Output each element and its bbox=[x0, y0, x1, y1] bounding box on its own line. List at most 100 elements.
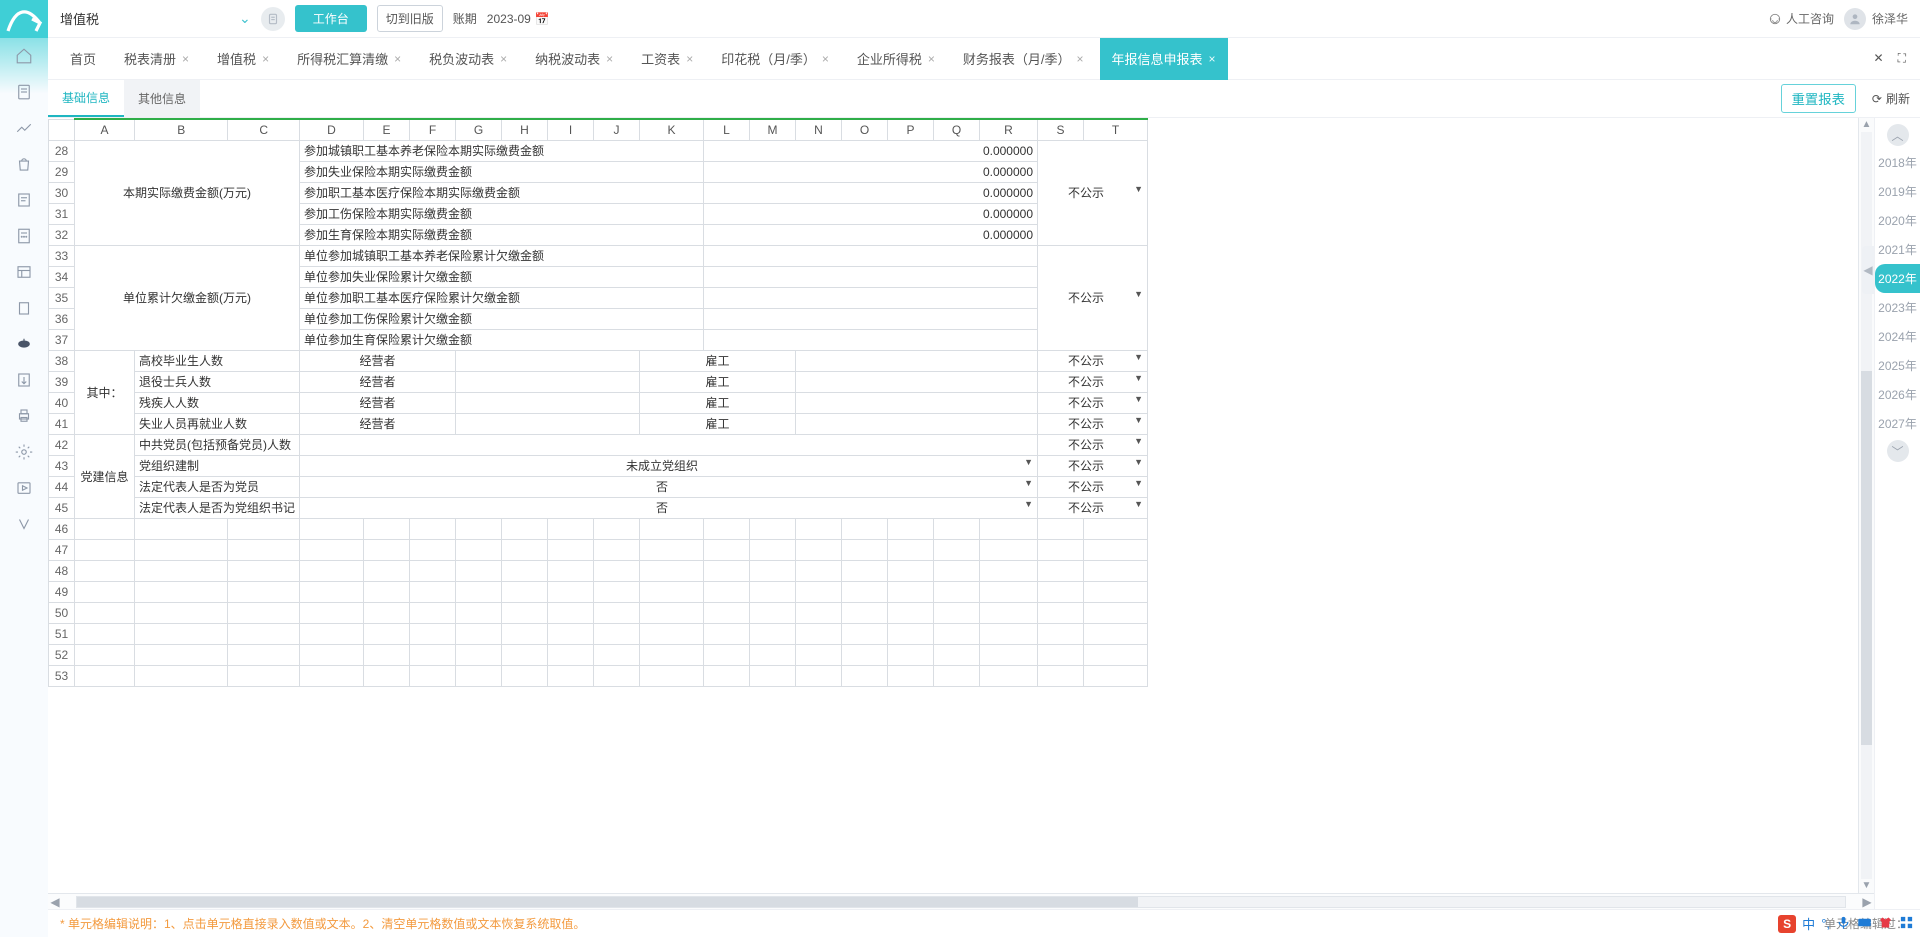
cell[interactable] bbox=[228, 539, 300, 560]
cell[interactable]: 参加职工基本医疗保险本期实际缴费金额 bbox=[300, 182, 704, 203]
cell[interactable]: 不公示 bbox=[1038, 497, 1148, 518]
cell[interactable] bbox=[888, 644, 934, 665]
tray-lang[interactable]: 中 bbox=[1802, 914, 1815, 933]
cell[interactable]: 高校毕业生人数 bbox=[135, 350, 300, 371]
cell[interactable]: 法定代表人是否为党员 bbox=[135, 476, 300, 497]
col-header-O[interactable]: O bbox=[842, 119, 888, 140]
rail-home-icon[interactable] bbox=[0, 38, 48, 74]
cell[interactable] bbox=[640, 539, 704, 560]
tab-9[interactable]: 财务报表（月/季）× bbox=[951, 38, 1096, 80]
cell[interactable] bbox=[934, 623, 980, 644]
cell[interactable] bbox=[796, 413, 1038, 434]
cell[interactable] bbox=[796, 371, 1038, 392]
tab-6[interactable]: 工资表× bbox=[629, 38, 705, 80]
cell[interactable] bbox=[410, 581, 456, 602]
cell[interactable] bbox=[300, 581, 364, 602]
rail-v-icon[interactable] bbox=[0, 506, 48, 542]
cell[interactable] bbox=[364, 623, 410, 644]
cell[interactable] bbox=[704, 287, 1038, 308]
cell[interactable] bbox=[456, 539, 502, 560]
subtab-other[interactable]: 其他信息 bbox=[124, 80, 200, 117]
cell[interactable]: 否 bbox=[300, 497, 1038, 518]
cell[interactable] bbox=[980, 581, 1038, 602]
cell[interactable] bbox=[364, 539, 410, 560]
cell[interactable] bbox=[364, 602, 410, 623]
cell[interactable]: 0.000000 bbox=[704, 224, 1038, 245]
row-header-50[interactable]: 50 bbox=[49, 602, 75, 623]
cell[interactable] bbox=[548, 623, 594, 644]
col-header-M[interactable]: M bbox=[750, 119, 796, 140]
cell[interactable]: 单位累计欠缴金额(万元) bbox=[75, 245, 300, 350]
cell[interactable] bbox=[135, 602, 228, 623]
row-header-35[interactable]: 35 bbox=[49, 287, 75, 308]
cell[interactable]: 0.000000 bbox=[704, 203, 1038, 224]
tab-3[interactable]: 所得税汇算清缴× bbox=[285, 38, 413, 80]
horizontal-scrollbar[interactable]: ◀ ▶ bbox=[48, 893, 1874, 909]
year-2020年[interactable]: 2020年 bbox=[1875, 206, 1920, 235]
cell[interactable]: 不公示 bbox=[1038, 392, 1148, 413]
cell[interactable] bbox=[704, 581, 750, 602]
cell[interactable] bbox=[456, 560, 502, 581]
cell[interactable] bbox=[934, 602, 980, 623]
cell[interactable] bbox=[300, 434, 1038, 455]
cell[interactable] bbox=[1038, 560, 1084, 581]
cell[interactable] bbox=[548, 581, 594, 602]
cell[interactable]: 经营者 bbox=[300, 350, 456, 371]
cell[interactable] bbox=[228, 560, 300, 581]
cell[interactable] bbox=[1084, 602, 1148, 623]
close-all-tabs-icon[interactable]: ✕ bbox=[1874, 51, 1884, 66]
cell[interactable] bbox=[704, 329, 1038, 350]
cell[interactable] bbox=[980, 560, 1038, 581]
cell[interactable] bbox=[594, 665, 640, 686]
row-header-45[interactable]: 45 bbox=[49, 497, 75, 518]
cell[interactable] bbox=[750, 623, 796, 644]
cell[interactable] bbox=[456, 371, 640, 392]
cell[interactable] bbox=[364, 644, 410, 665]
cell[interactable]: 其中： bbox=[75, 350, 135, 434]
year-2022年[interactable]: 2022年 bbox=[1875, 264, 1920, 293]
rail-building-icon[interactable] bbox=[0, 290, 48, 326]
spreadsheet[interactable]: ABCDEFGHIJKLMNOPQRST28本期实际缴费金额(万元)参加城镇职工… bbox=[48, 118, 1858, 893]
cell[interactable] bbox=[704, 518, 750, 539]
cell[interactable] bbox=[594, 560, 640, 581]
tab-7[interactable]: 印花税（月/季）× bbox=[709, 38, 841, 80]
cell[interactable]: 单位参加失业保险累计欠缴金额 bbox=[300, 266, 704, 287]
cell[interactable] bbox=[796, 665, 842, 686]
cell[interactable] bbox=[796, 350, 1038, 371]
row-header-53[interactable]: 53 bbox=[49, 665, 75, 686]
cell[interactable] bbox=[704, 560, 750, 581]
tab-close-icon[interactable]: × bbox=[928, 52, 935, 66]
cell[interactable] bbox=[502, 644, 548, 665]
cell[interactable] bbox=[502, 623, 548, 644]
cell[interactable] bbox=[548, 539, 594, 560]
cell[interactable]: 雇工 bbox=[640, 413, 796, 434]
reset-report-button[interactable]: 重置报表 bbox=[1781, 84, 1856, 113]
row-header-42[interactable]: 42 bbox=[49, 434, 75, 455]
cell[interactable] bbox=[300, 665, 364, 686]
h-scroll-thumb[interactable] bbox=[77, 897, 1138, 907]
tray-mic-icon[interactable] bbox=[1836, 915, 1851, 933]
cell[interactable] bbox=[300, 602, 364, 623]
rail-calc-icon[interactable] bbox=[0, 218, 48, 254]
cell[interactable] bbox=[888, 665, 934, 686]
cell[interactable] bbox=[796, 560, 842, 581]
rail-template-icon[interactable] bbox=[0, 254, 48, 290]
cell[interactable]: 失业人员再就业人数 bbox=[135, 413, 300, 434]
col-header-L[interactable]: L bbox=[704, 119, 750, 140]
cell[interactable] bbox=[548, 665, 594, 686]
cell[interactable]: 参加工伤保险本期实际缴费金额 bbox=[300, 203, 704, 224]
cell[interactable] bbox=[842, 560, 888, 581]
cell[interactable] bbox=[842, 665, 888, 686]
cell[interactable] bbox=[75, 602, 135, 623]
year-2025年[interactable]: 2025年 bbox=[1875, 351, 1920, 380]
tab-0[interactable]: 首页 bbox=[58, 38, 108, 80]
row-header-39[interactable]: 39 bbox=[49, 371, 75, 392]
cell[interactable] bbox=[1084, 581, 1148, 602]
tax-type-selector[interactable]: 增值税 ⌄ bbox=[60, 9, 251, 28]
cell[interactable] bbox=[1038, 665, 1084, 686]
tab-close-icon[interactable]: × bbox=[394, 52, 401, 66]
cell[interactable] bbox=[502, 560, 548, 581]
year-2024年[interactable]: 2024年 bbox=[1875, 322, 1920, 351]
row-header-32[interactable]: 32 bbox=[49, 224, 75, 245]
tray-keyboard-icon[interactable] bbox=[1857, 915, 1872, 933]
